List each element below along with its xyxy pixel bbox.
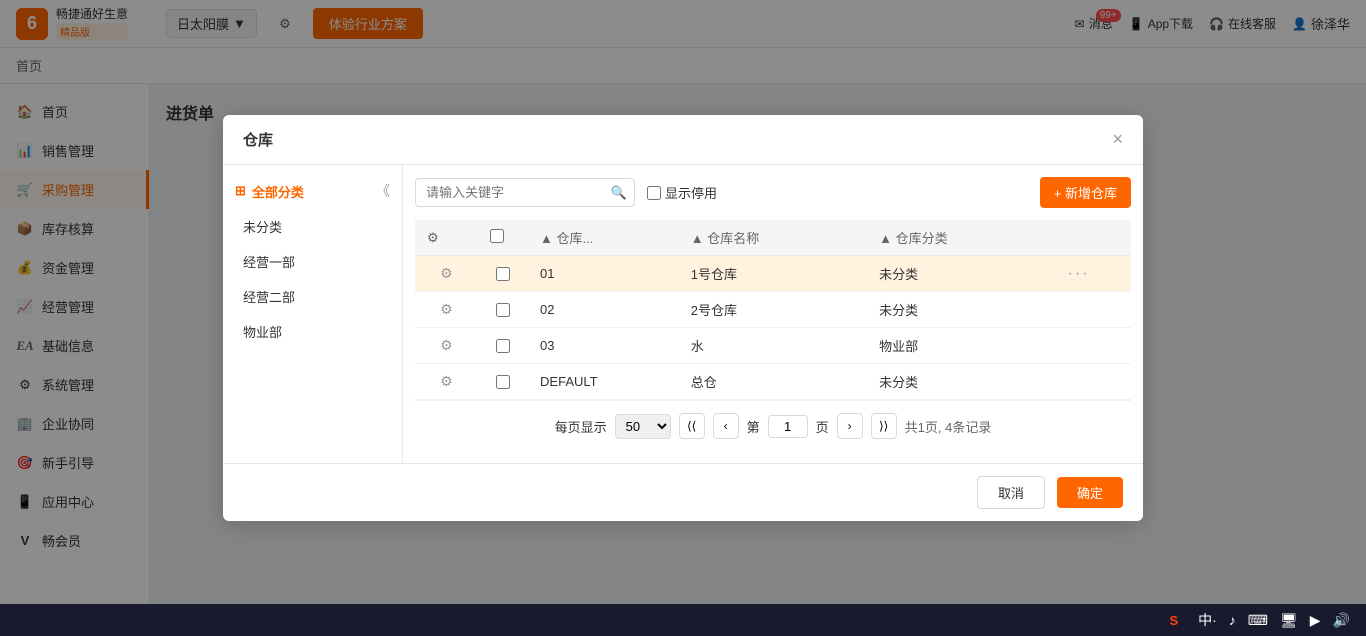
modal-overlay: 仓库 × ⊞ 全部分类 《 未分类 经营一部 经营二部 物业部: [0, 0, 1366, 636]
th-checkbox: [478, 220, 528, 256]
music-icon[interactable]: ♪: [1229, 612, 1236, 628]
gear-cell[interactable]: ⚙: [415, 256, 478, 292]
checkbox-cell-1: [478, 256, 528, 292]
th-name: ▲ 仓库名称: [679, 220, 867, 256]
search-input[interactable]: [415, 178, 635, 207]
confirm-button[interactable]: 确定: [1057, 477, 1123, 508]
modal-title: 仓库: [243, 129, 273, 150]
keyboard-icon[interactable]: ⌨: [1248, 612, 1268, 629]
row-code-4: DEFAULT: [528, 364, 679, 400]
checkbox-cell-2: [478, 292, 528, 328]
category-item-property[interactable]: 物业部: [223, 314, 402, 349]
row-action-dots[interactable]: ···: [1068, 265, 1090, 282]
table-row: ⚙ 01 1号仓库 未分类 ···: [415, 256, 1131, 292]
row-gear-icon[interactable]: ⚙: [440, 373, 453, 389]
pagination-bar: 每页显示 50 100 200 ⟨⟨ ‹ 第 页 › ⟩⟩ 共1页, 4条记录: [415, 400, 1131, 451]
category-item-ops1[interactable]: 经营一部: [223, 244, 402, 279]
warehouse-modal: 仓库 × ⊞ 全部分类 《 未分类 经营一部 经营二部 物业部: [223, 115, 1143, 521]
category-panel: ⊞ 全部分类 《 未分类 经营一部 经营二部 物业部: [223, 165, 403, 463]
table-panel: 🔍 显示停用 + 新增仓库 ⚙: [403, 165, 1143, 463]
play-icon[interactable]: ▶: [1310, 612, 1321, 629]
all-category-item[interactable]: ⊞ 全部分类: [235, 182, 304, 201]
checkbox-cell-3: [478, 328, 528, 364]
modal-footer: 取消 确定: [223, 463, 1143, 521]
modal-header: 仓库 ×: [223, 115, 1143, 165]
table-row: ⚙ 02 2号仓库 未分类: [415, 292, 1131, 328]
row-code-2: 02: [528, 292, 679, 328]
row-name-1: 1号仓库: [679, 256, 867, 292]
row-category-1: 未分类: [867, 256, 1055, 292]
cancel-button[interactable]: 取消: [977, 476, 1045, 509]
row-checkbox-1[interactable]: [496, 267, 510, 281]
row-category-2: 未分类: [867, 292, 1055, 328]
row-name-2: 2号仓库: [679, 292, 867, 328]
warehouse-table: ⚙ ▲ 仓库... ▲ 仓库名称: [415, 220, 1131, 400]
row-code-3: 03: [528, 328, 679, 364]
row-gear-icon[interactable]: ⚙: [440, 301, 453, 317]
category-item-ops2[interactable]: 经营二部: [223, 279, 402, 314]
page-unit: 页: [816, 417, 829, 436]
next-page-button[interactable]: ›: [837, 413, 863, 439]
row-actions-1: ···: [1056, 256, 1131, 292]
row-gear-icon[interactable]: ⚙: [440, 337, 453, 353]
per-page-label: 每页显示: [555, 417, 607, 436]
page-number-input[interactable]: [768, 415, 808, 438]
last-page-button[interactable]: ⟩⟩: [871, 413, 897, 439]
table-body: ⚙ 01 1号仓库 未分类 ··· ⚙ 02 2号仓库: [415, 256, 1131, 400]
th-category: ▲ 仓库分类: [867, 220, 1055, 256]
row-actions-4: [1056, 364, 1131, 400]
table-row: ⚙ 03 水 物业部: [415, 328, 1131, 364]
show-disabled-checkbox[interactable]: [647, 186, 661, 200]
add-warehouse-button[interactable]: + 新增仓库: [1040, 177, 1131, 208]
per-page-select[interactable]: 50 100 200: [615, 414, 671, 439]
monitor-icon[interactable]: 🖥: [1280, 612, 1298, 629]
row-checkbox-2[interactable]: [496, 303, 510, 317]
page-label-text: 第: [747, 417, 760, 436]
volume-icon[interactable]: 🔊: [1333, 612, 1350, 629]
show-disabled-label[interactable]: 显示停用: [647, 183, 717, 202]
gear-cell[interactable]: ⚙: [415, 364, 478, 400]
gear-cell[interactable]: ⚙: [415, 328, 478, 364]
category-header: ⊞ 全部分类 《: [223, 173, 402, 209]
total-info: 共1页, 4条记录: [905, 417, 992, 436]
gear-cell[interactable]: ⚙: [415, 292, 478, 328]
collapse-button[interactable]: 《: [376, 181, 390, 201]
table-row: ⚙ DEFAULT 总仓 未分类: [415, 364, 1131, 400]
row-name-4: 总仓: [679, 364, 867, 400]
th-actions: [1056, 220, 1131, 256]
th-code: ▲ 仓库...: [528, 220, 679, 256]
grid-icon: ⊞: [235, 183, 246, 199]
row-category-4: 未分类: [867, 364, 1055, 400]
bottom-bar: S 中· ♪ ⌨ 🖥 ▶ 🔊: [0, 604, 1366, 636]
modal-body: ⊞ 全部分类 《 未分类 经营一部 经营二部 物业部 🔍: [223, 165, 1143, 463]
table-header-row: ⚙ ▲ 仓库... ▲ 仓库名称: [415, 220, 1131, 256]
row-gear-icon[interactable]: ⚙: [440, 265, 453, 281]
row-actions-3: [1056, 328, 1131, 364]
lang-icon[interactable]: 中·: [1198, 610, 1217, 630]
prev-page-button[interactable]: ‹: [713, 413, 739, 439]
search-input-wrap: 🔍: [415, 178, 635, 207]
row-code-1: 01: [528, 256, 679, 292]
table-toolbar: 🔍 显示停用 + 新增仓库: [415, 177, 1131, 208]
row-category-3: 物业部: [867, 328, 1055, 364]
row-checkbox-4[interactable]: [496, 375, 510, 389]
th-gear: ⚙: [415, 220, 478, 256]
gear-header-icon: ⚙: [427, 230, 439, 245]
row-checkbox-3[interactable]: [496, 339, 510, 353]
search-icon[interactable]: 🔍: [611, 185, 627, 201]
row-name-3: 水: [679, 328, 867, 364]
first-page-button[interactable]: ⟨⟨: [679, 413, 705, 439]
category-item-none[interactable]: 未分类: [223, 209, 402, 244]
select-all-checkbox[interactable]: [490, 229, 504, 243]
row-actions-2: [1056, 292, 1131, 328]
checkbox-cell-4: [478, 364, 528, 400]
modal-close-button[interactable]: ×: [1112, 129, 1123, 150]
brand-s-icon: S: [1169, 613, 1178, 628]
